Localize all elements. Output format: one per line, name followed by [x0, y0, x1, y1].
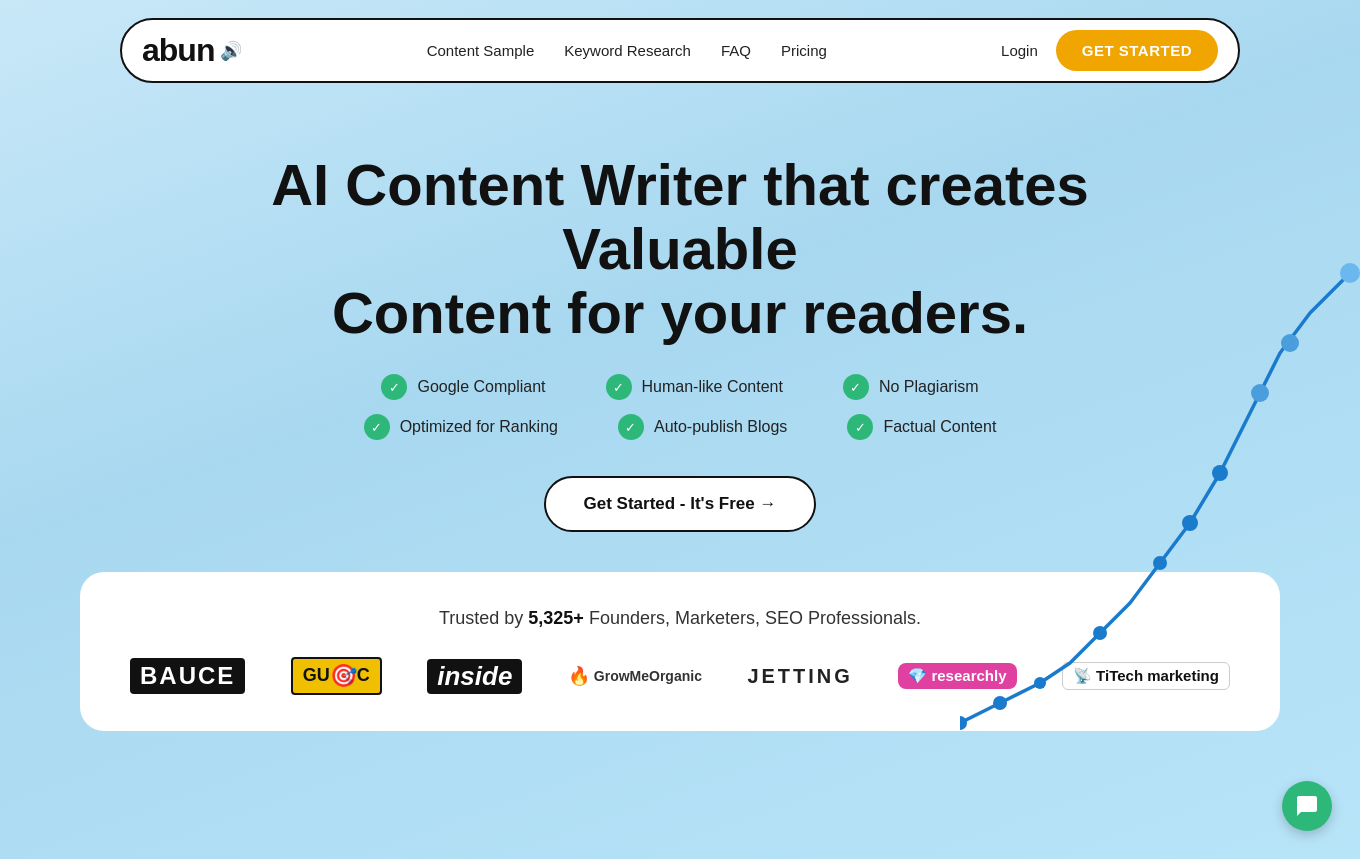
feature-label: Auto-publish Blogs [654, 418, 787, 436]
svg-point-7 [1251, 384, 1269, 402]
svg-point-4 [1153, 556, 1167, 570]
feature-optimized-ranking: ✓ Optimized for Ranking [364, 414, 558, 440]
trusted-suffix: Founders, Marketers, SEO Professionals. [584, 608, 921, 628]
feature-label: Factual Content [883, 418, 996, 436]
feature-no-plagiarism: ✓ No Plagiarism [843, 374, 979, 400]
navbar: abun 🔊 Content Sample Keyword Research F… [120, 18, 1240, 83]
get-started-button[interactable]: GET STARTED [1056, 30, 1218, 71]
brand-researchly: 💎 researchly [898, 663, 1016, 689]
trusted-text: Trusted by 5,325+ Founders, Marketers, S… [130, 608, 1230, 629]
feature-label: Optimized for Ranking [400, 418, 558, 436]
hero-title: AI Content Writer that creates Valuable … [230, 153, 1130, 344]
feature-label: Google Compliant [417, 378, 545, 396]
sound-icon: 🔊 [220, 40, 242, 62]
nav-links: Content Sample Keyword Research FAQ Pric… [284, 42, 969, 59]
logo[interactable]: abun 🔊 [142, 32, 242, 69]
chat-bubble-button[interactable] [1282, 781, 1332, 831]
brand-growmeorganic: 🔥 GrowMeOrganic [568, 665, 702, 687]
logo-text: abun [142, 32, 214, 69]
brand-bauce: BAUCE [130, 658, 245, 694]
feature-label: No Plagiarism [879, 378, 979, 396]
nav-pricing[interactable]: Pricing [781, 42, 827, 59]
trusted-section: Trusted by 5,325+ Founders, Marketers, S… [80, 572, 1280, 731]
brand-jetting: JETTING [747, 665, 852, 688]
brand-guoc: GU🎯C [291, 657, 382, 695]
check-icon: ✓ [364, 414, 390, 440]
features-grid: ✓ Google Compliant ✓ Human-like Content … [305, 374, 1055, 440]
feature-human-like: ✓ Human-like Content [606, 374, 783, 400]
svg-point-6 [1212, 465, 1228, 481]
check-icon: ✓ [847, 414, 873, 440]
check-icon: ✓ [843, 374, 869, 400]
svg-point-5 [1182, 515, 1198, 531]
nav-content-sample[interactable]: Content Sample [427, 42, 535, 59]
trusted-prefix: Trusted by [439, 608, 528, 628]
login-link[interactable]: Login [1001, 42, 1038, 59]
feature-auto-publish: ✓ Auto-publish Blogs [618, 414, 787, 440]
nav-wrapper: abun 🔊 Content Sample Keyword Research F… [0, 0, 1360, 83]
svg-point-8 [1281, 334, 1299, 352]
hero-section: AI Content Writer that creates Valuable … [0, 83, 1360, 532]
brand-logos-row: BAUCE GU🎯C inside 🔥 GrowMeOrganic JETTIN… [130, 657, 1230, 695]
feature-factual: ✓ Factual Content [847, 414, 996, 440]
brand-inside: inside [427, 659, 522, 694]
hero-cta-button[interactable]: Get Started - It's Free → [544, 476, 817, 532]
trusted-count: 5,325+ [528, 608, 584, 628]
brand-titech: 📡 TiTech marketing [1062, 662, 1230, 690]
svg-point-9 [1340, 263, 1360, 283]
check-icon: ✓ [606, 374, 632, 400]
check-icon: ✓ [618, 414, 644, 440]
nav-keyword-research[interactable]: Keyword Research [564, 42, 691, 59]
feature-label: Human-like Content [642, 378, 783, 396]
check-icon: ✓ [381, 374, 407, 400]
feature-google-compliant: ✓ Google Compliant [381, 374, 545, 400]
nav-faq[interactable]: FAQ [721, 42, 751, 59]
nav-right: Login GET STARTED [1001, 30, 1218, 71]
